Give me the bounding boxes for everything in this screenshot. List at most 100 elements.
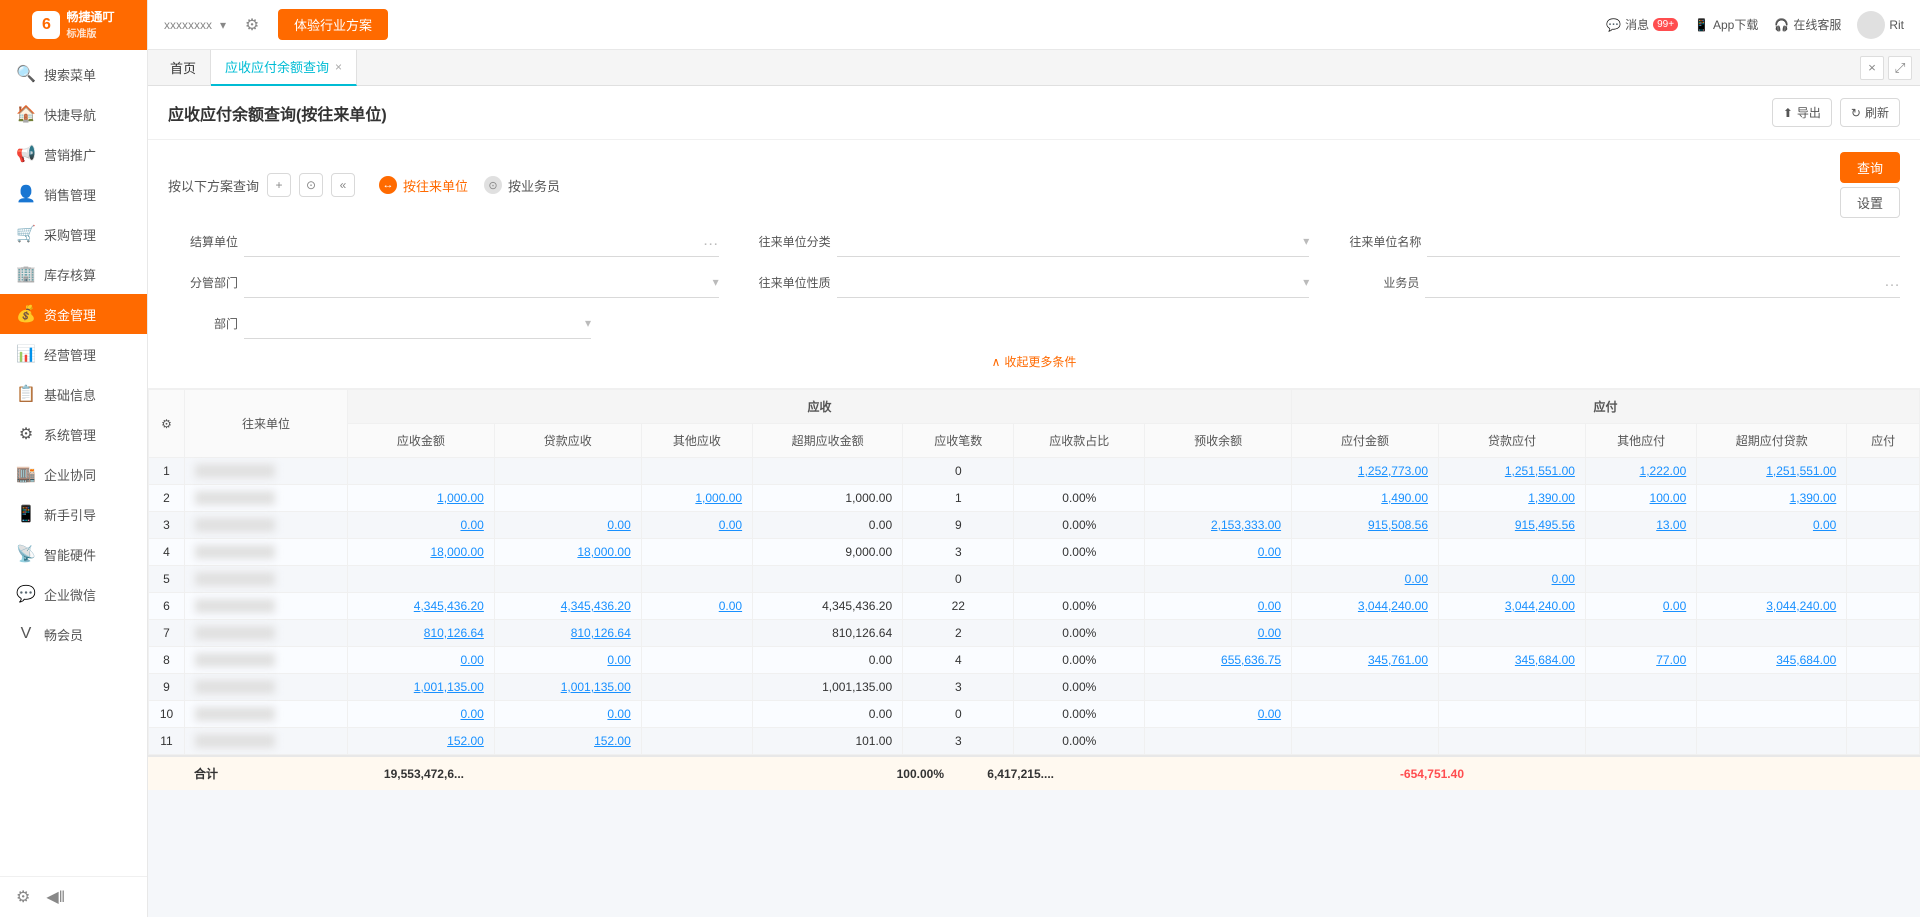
sidebar: 6 畅捷通叮 标准版 🔍 搜索菜单 🏠 快捷导航 📢 营销推广 👤 销售管理 🛒…	[0, 0, 148, 917]
td-overdue-pay	[1697, 728, 1847, 755]
filter-nav-by-unit[interactable]: ↔ 按往来单位	[371, 170, 476, 201]
filter-config-btn[interactable]: ⊙	[299, 173, 323, 197]
td-other-pay: 100.00	[1585, 485, 1696, 512]
query-button[interactable]: 查询	[1840, 152, 1900, 183]
th-settings[interactable]: ⚙	[149, 390, 185, 458]
td-pay-extra	[1847, 485, 1920, 512]
filter-partner-name-label: 往来单位名称	[1349, 233, 1421, 250]
tab-close-window-btn[interactable]: ×	[1860, 56, 1884, 80]
header-dropdown-icon[interactable]: ▾	[220, 18, 226, 32]
td-other-recv	[641, 701, 752, 728]
filter-partner-cat-chevron[interactable]: ▾	[1303, 234, 1309, 248]
export-icon: ⬆	[1783, 106, 1793, 120]
table-container[interactable]: ⚙ 往来单位 应收 应付 应收金额 贷款应收 其他应收 超期应收金额 应收笔数 …	[148, 389, 1920, 917]
filter-area: 按以下方案查询 + ⊙ « ↔ 按往来单位 ⊙ 按业务员 查询	[148, 140, 1920, 389]
refresh-btn[interactable]: ↻ 刷新	[1840, 98, 1900, 127]
message-btn[interactable]: 💬 消息 99+	[1606, 16, 1678, 33]
table-row: 3 0.00 0.00 0.00 0.00 9 0.00% 2,153,333.…	[149, 512, 1920, 539]
filter-div-dept-chevron[interactable]: ▾	[713, 275, 719, 289]
td-recv-count: 0	[903, 566, 1014, 593]
header-right: 💬 消息 99+ 📱 App下载 🎧 在线客服 Rit	[1606, 11, 1904, 39]
filter-collapse-btn[interactable]: «	[331, 173, 355, 197]
td-loan-recv: 152.00	[494, 728, 641, 755]
sidebar-item-marketing[interactable]: 📢 营销推广	[0, 134, 147, 174]
sidebar-item-sales[interactable]: 👤 销售管理	[0, 174, 147, 214]
filter-salesperson-input[interactable]	[1425, 271, 1884, 293]
sidebar-settings-icon[interactable]: ⚙	[16, 887, 30, 907]
filter-partner-cat-label: 往来单位分类	[759, 233, 831, 250]
td-other-pay: 0.00	[1585, 593, 1696, 620]
collapse-filter-btn[interactable]: ∧ 收起更多条件	[992, 347, 1077, 376]
filter-salesperson-dots[interactable]: …	[1884, 273, 1900, 291]
filter-dept-input[interactable]	[244, 312, 585, 334]
tab-fullscreen-btn[interactable]: ⤢	[1888, 56, 1912, 80]
sidebar-item-basic[interactable]: 📋 基础信息	[0, 374, 147, 414]
footer-recv-total: 19,553,472,6...	[354, 767, 464, 781]
setting-button[interactable]: 设置	[1840, 187, 1900, 218]
sidebar-item-search[interactable]: 🔍 搜索菜单	[0, 54, 147, 94]
filter-partner-cat-input[interactable]	[837, 230, 1304, 252]
page-title: 应收应付余额查询(按往来单位)	[168, 101, 387, 137]
td-no: 6	[149, 593, 185, 620]
export-label: 导出	[1797, 104, 1821, 121]
td-other-recv: 1,000.00	[641, 485, 752, 512]
tab-close-icon[interactable]: ×	[335, 60, 342, 74]
tab-home[interactable]: 首页	[156, 50, 211, 86]
app-download-btn[interactable]: 📱 App下载	[1694, 16, 1758, 33]
sidebar-item-finance[interactable]: 💰 资金管理	[0, 294, 147, 334]
collapse-label: 收起更多条件	[1004, 353, 1076, 370]
sidebar-item-system[interactable]: ⚙ 系统管理	[0, 414, 147, 454]
filter-dept-label: 部门	[168, 315, 238, 332]
filter-salesperson-label: 业务员	[1349, 274, 1419, 291]
filter-div-dept-input[interactable]	[244, 271, 713, 293]
filter-add-btn[interactable]: +	[267, 173, 291, 197]
online-service-label: 在线客服	[1793, 16, 1841, 33]
sidebar-bottom: ⚙ ◀‖	[0, 876, 147, 917]
filter-nature-chevron[interactable]: ▾	[1303, 275, 1309, 289]
table-row: 2 1,000.00 1,000.00 1,000.00 1 0.00% 1,4…	[149, 485, 1920, 512]
sidebar-label-wechat: 企业微信	[44, 585, 96, 604]
td-recv-amt: 810,126.64	[347, 620, 494, 647]
tab-receivable[interactable]: 应收应付余额查询 ×	[211, 50, 357, 86]
td-overdue-recv: 1,000.00	[753, 485, 903, 512]
td-loan-recv	[494, 458, 641, 485]
sidebar-collapse-icon[interactable]: ◀‖	[46, 887, 65, 907]
filter-jiesuan-dots[interactable]: …	[703, 232, 719, 250]
sidebar-item-operations[interactable]: 📊 经营管理	[0, 334, 147, 374]
main-content: 应收应付余额查询(按往来单位) ⬆ 导出 ↻ 刷新 按以下方案查询 + ⊙ «	[148, 86, 1920, 917]
td-recv-ratio: 0.00%	[1014, 728, 1145, 755]
user-info[interactable]: Rit	[1857, 11, 1904, 39]
td-recv-ratio: 0.00%	[1014, 485, 1145, 512]
td-other-recv	[641, 728, 752, 755]
sidebar-item-quicknav[interactable]: 🏠 快捷导航	[0, 94, 147, 134]
td-overdue-pay	[1697, 620, 1847, 647]
td-overdue-recv: 9,000.00	[753, 539, 903, 566]
sidebar-item-guide[interactable]: 📱 新手引导	[0, 494, 147, 534]
td-pay-extra	[1847, 512, 1920, 539]
td-overdue-pay: 3,044,240.00	[1697, 593, 1847, 620]
header-gear-icon[interactable]: ⚙	[238, 11, 266, 39]
filter-nature-input[interactable]	[837, 271, 1304, 293]
filter-nav-staff-label: 按业务员	[508, 176, 560, 195]
sidebar-item-purchase[interactable]: 🛒 采购管理	[0, 214, 147, 254]
filter-partner-name-input[interactable]	[1427, 230, 1900, 252]
td-partner	[185, 566, 348, 593]
td-recv-ratio: 0.00%	[1014, 593, 1145, 620]
sidebar-item-hardware[interactable]: 📡 智能硬件	[0, 534, 147, 574]
sidebar-item-enterprise[interactable]: 🏬 企业协同	[0, 454, 147, 494]
sidebar-icon-search: 🔍	[16, 64, 36, 84]
td-prepay	[1145, 728, 1292, 755]
td-overdue-pay: 1,390.00	[1697, 485, 1847, 512]
online-service-btn[interactable]: 🎧 在线客服	[1774, 16, 1841, 33]
filter-nav-by-staff[interactable]: ⊙ 按业务员	[476, 170, 568, 201]
filter-dept-chevron[interactable]: ▾	[585, 316, 591, 330]
sidebar-item-member[interactable]: V 畅会员	[0, 614, 147, 654]
export-btn[interactable]: ⬆ 导出	[1772, 98, 1832, 127]
sidebar-item-inventory[interactable]: 🏢 库存核算	[0, 254, 147, 294]
td-partner	[185, 728, 348, 755]
promo-button[interactable]: 体验行业方案	[278, 9, 388, 40]
sidebar-item-wechat[interactable]: 💬 企业微信	[0, 574, 147, 614]
filter-label: 按以下方案查询	[168, 176, 259, 195]
table-row: 8 0.00 0.00 0.00 4 0.00% 655,636.75 345,…	[149, 647, 1920, 674]
filter-jiesuan-input[interactable]	[244, 230, 703, 252]
